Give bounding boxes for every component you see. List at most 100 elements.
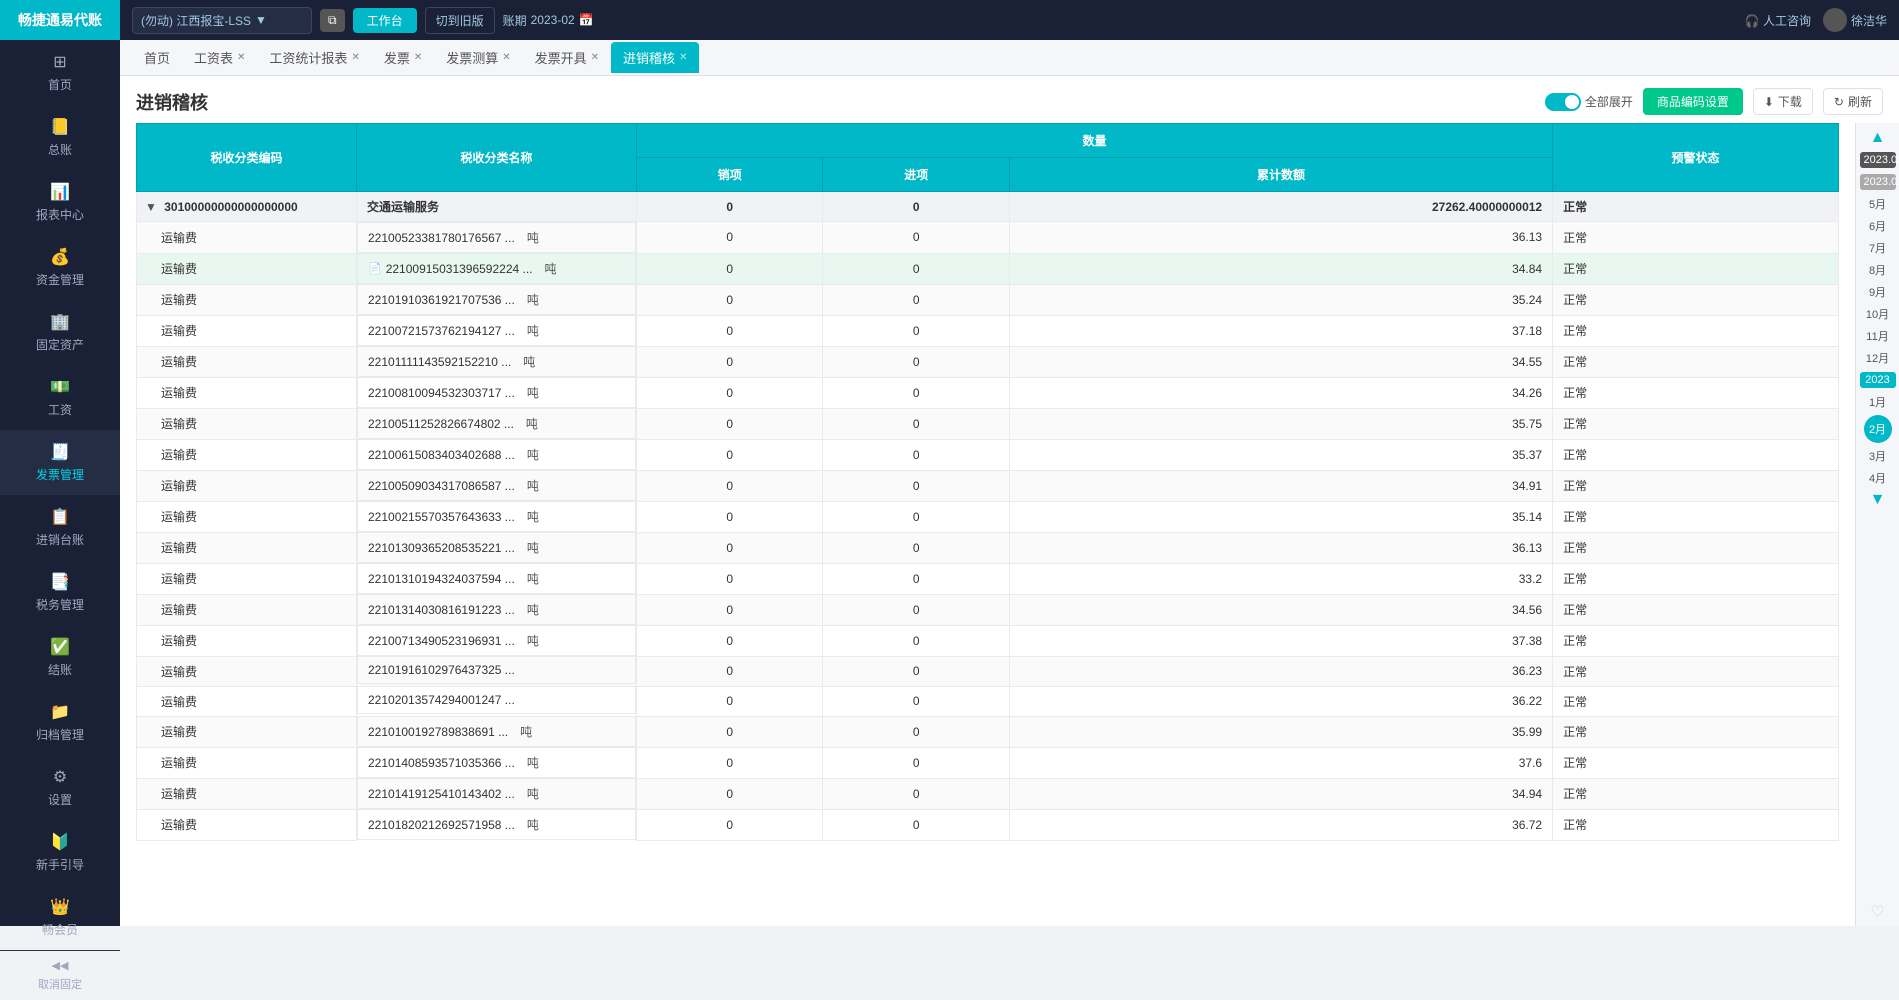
table-row[interactable]: 运输费 221018202126925719​58 ... 吨 0 0 36.7…	[137, 809, 1839, 840]
table-row[interactable]: 运输费 221014191254101434​02 ... 吨 0 0 34.9…	[137, 778, 1839, 809]
table-row[interactable]: 运输费 221006150834034026​88 ... 吨 0 0 35.3…	[137, 439, 1839, 470]
timeline-month-11[interactable]: 11月	[1860, 325, 1896, 347]
data-table: 税收分类编码 税收分类名称 数量 预警状态 销项 进项 累计数额	[136, 123, 1839, 841]
table-row[interactable]: 运输费 221013140308161912​23 ... 吨 0 0 34.5…	[137, 594, 1839, 625]
sidebar-item-ledger[interactable]: 📒 总账	[0, 105, 120, 170]
tab-invoice-issue-close[interactable]: ✕	[591, 52, 599, 63]
tab-salary-report[interactable]: 工资统计报表 ✕	[257, 42, 371, 73]
sales-cell: 0	[637, 778, 823, 809]
status-cell: 正常	[1553, 778, 1839, 809]
sidebar-item-settings[interactable]: ⚙ 设置	[0, 755, 120, 820]
timeline-month-9[interactable]: 9月	[1860, 281, 1896, 303]
tab-reconcile[interactable]: 进销稽核 ✕	[611, 42, 699, 73]
table-row[interactable]: 运输费 221020135742940012​47 ... 0 0 36.22 …	[137, 686, 1839, 716]
tab-invoice[interactable]: 发票 ✕	[372, 42, 434, 73]
timeline-month-8[interactable]: 8月	[1860, 259, 1896, 281]
sidebar-item-close-account[interactable]: ✅ 结账	[0, 625, 120, 690]
sidebar-item-trade[interactable]: 📋 进销台账	[0, 495, 120, 560]
sales-cell: 0	[637, 470, 823, 501]
table-row[interactable]: 运输费 221008100945323037​17 ... 吨 0 0 34.2…	[137, 377, 1839, 408]
table-row[interactable]: 运输费 221019103619217075​36 ... 吨 0 0 35.2…	[137, 284, 1839, 315]
purchase-cell: 0	[823, 284, 1009, 315]
sidebar-item-home[interactable]: ⊞ 首页	[0, 40, 120, 105]
table-row[interactable]: 运输费 221014085935710353​66 ... 吨 0 0 37.6…	[137, 747, 1839, 778]
tax-name-cell: 221013093652085352​21 ... 吨	[357, 532, 636, 563]
table-row[interactable]: 运输费 221011111435921522​10 ... 吨 0 0 34.5…	[137, 346, 1839, 377]
timeline-month-2-active[interactable]: 2月	[1864, 415, 1892, 443]
settings-button[interactable]: 商品编码设置	[1643, 88, 1743, 115]
timeline-month-1[interactable]: 1月	[1860, 391, 1896, 413]
table-row[interactable]: 运输费 221005233817801765​67 ... 吨 0 0 36.1…	[137, 222, 1839, 254]
headset-icon: 🎧	[1745, 14, 1760, 28]
support-link[interactable]: 🎧 人工咨询	[1745, 12, 1811, 29]
col-total-header: 累计数额	[1009, 158, 1552, 192]
toggle-track[interactable]	[1545, 93, 1581, 111]
timeline-month-7[interactable]: 7月	[1860, 237, 1896, 259]
sales-cell: 0	[637, 346, 823, 377]
tab-invoice-issue[interactable]: 发票开具 ✕	[523, 42, 611, 73]
expand-toggle[interactable]: 全部展开	[1545, 93, 1633, 111]
purchase-cell: 0	[823, 222, 1009, 254]
unit-cell: 吨	[527, 539, 539, 556]
timeline-month-10[interactable]: 10月	[1860, 303, 1896, 325]
download-label: 下载	[1778, 93, 1802, 110]
sidebar-item-salary[interactable]: 💵 工资	[0, 365, 120, 430]
total-cell: 35.75	[1009, 408, 1552, 439]
total-cell: 34.94	[1009, 778, 1552, 809]
sidebar-item-tax[interactable]: 📑 税务管理	[0, 560, 120, 625]
sidebar-item-member[interactable]: 👑 畅会员	[0, 885, 120, 950]
sidebar-item-reports[interactable]: 📊 报表中心	[0, 170, 120, 235]
tab-reconcile-close[interactable]: ✕	[679, 52, 687, 63]
table-row[interactable]: 运输费 221010019278983869​1 ... 吨 0 0 35.99…	[137, 716, 1839, 747]
table-row[interactable]: 运输费 221005090343170865​87 ... 吨 0 0 34.9…	[137, 470, 1839, 501]
tab-salary-close[interactable]: ✕	[237, 52, 245, 63]
timeline-month-3[interactable]: 3月	[1860, 445, 1896, 467]
workspace-button[interactable]: 工作台	[353, 8, 417, 33]
table-row[interactable]: 运输费 221019161029764373​25 ... 0 0 36.23 …	[137, 656, 1839, 686]
sidebar-item-funds[interactable]: 💰 资金管理	[0, 235, 120, 300]
table-row[interactable]: ▼ 30100000000000000000 交通运输服务 0 0 27262.…	[137, 192, 1839, 222]
table-row[interactable]: 运输费 221007215737621941​27 ... 吨 0 0 37.1…	[137, 315, 1839, 346]
table-row[interactable]: 运输费 221013101943240375​94 ... 吨 0 0 33.2…	[137, 563, 1839, 594]
company-selector[interactable]: (勿动) 江西报宝-LSS ▼	[132, 7, 312, 34]
table-row[interactable]: 运输费 221005112528266748​02 ... 吨 0 0 35.7…	[137, 408, 1839, 439]
tax-code-cell: 运输费	[137, 439, 357, 470]
tab-home[interactable]: 首页	[132, 42, 182, 73]
timeline-year-2023: 2023	[1860, 372, 1896, 388]
sidebar-item-guide[interactable]: 🔰 新手引导	[0, 820, 120, 885]
table-row[interactable]: 运输费 221002155703576436​33 ... 吨 0 0 35.1…	[137, 501, 1839, 532]
period-label: 账期 2023-02 📅	[503, 12, 594, 29]
download-button[interactable]: ⬇ 下载	[1753, 88, 1813, 115]
timeline-month-12[interactable]: 12月	[1860, 347, 1896, 369]
tab-invoice-calc-close[interactable]: ✕	[502, 52, 510, 63]
tab-invoice-close[interactable]: ✕	[414, 52, 422, 63]
expand-icon[interactable]: ▼	[145, 200, 157, 214]
unpin-button[interactable]: ◀◀ 取消固定	[0, 950, 120, 1000]
tab-salary-report-close[interactable]: ✕	[351, 52, 359, 63]
timeline-month-6[interactable]: 6月	[1860, 215, 1896, 237]
timeline-down-button[interactable]: ▼	[1868, 489, 1888, 511]
timeline-month-5[interactable]: 5月	[1860, 193, 1896, 215]
user-avatar[interactable]: 徐洁华	[1823, 8, 1887, 32]
table-row[interactable]: 运输费 📄 221009150313965922​24 ... 吨 0 0 34…	[137, 253, 1839, 284]
sidebar-item-archive[interactable]: 📁 归档管理	[0, 690, 120, 755]
trade-icon: 📋	[50, 507, 70, 527]
sidebar-item-invoice[interactable]: 🧾 发票管理	[0, 430, 120, 495]
table-row[interactable]: 运输费 221007134905231969​31 ... 吨 0 0 37.3…	[137, 625, 1839, 656]
tab-invoice-calc[interactable]: 发票测算 ✕	[434, 42, 522, 73]
unit-cell: 吨	[527, 632, 539, 649]
timeline-month-4[interactable]: 4月	[1860, 467, 1896, 489]
tab-salary[interactable]: 工资表 ✕	[182, 42, 257, 73]
refresh-label: 刷新	[1848, 93, 1872, 110]
copy-icon-btn[interactable]: ⧉	[320, 9, 345, 32]
user-name: 徐洁华	[1851, 12, 1887, 29]
sidebar-item-label: 首页	[48, 76, 72, 93]
timeline-up-button[interactable]: ▲	[1868, 127, 1888, 149]
refresh-button[interactable]: ↻ 刷新	[1823, 88, 1883, 115]
table-row[interactable]: 运输费 221013093652085352​21 ... 吨 0 0 36.1…	[137, 532, 1839, 563]
total-cell: 36.72	[1009, 809, 1552, 840]
tax-name-cell: 📄 221009150313965922​24 ... 吨	[357, 253, 636, 284]
switch-version-button[interactable]: 切到旧版	[425, 7, 495, 34]
sidebar-item-assets[interactable]: 🏢 固定资产	[0, 300, 120, 365]
tax-name-cell: 221019161029764373​25 ...	[357, 656, 636, 684]
